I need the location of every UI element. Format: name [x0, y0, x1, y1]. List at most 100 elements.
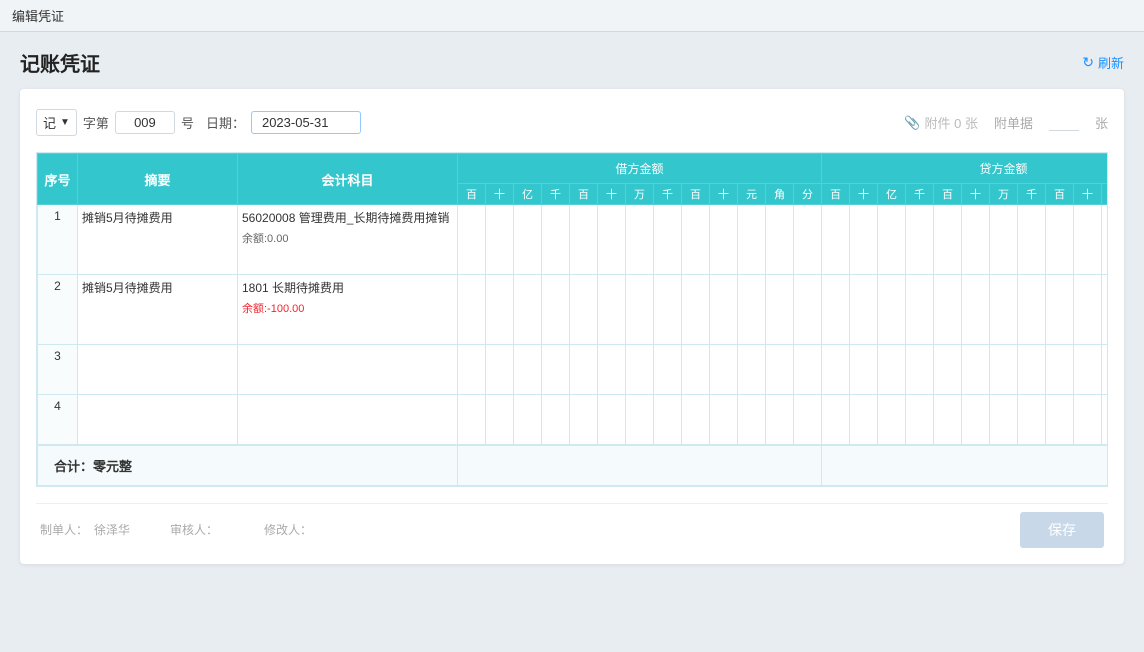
row-3-debit-10[interactable]: [738, 345, 766, 395]
row-4-debit-7[interactable]: [654, 395, 682, 445]
row-4-credit-8[interactable]: [1046, 395, 1074, 445]
row-1-credit-4[interactable]: [934, 205, 962, 275]
row-1-credit-0[interactable]: [822, 205, 850, 275]
row-1-credit-9[interactable]: [1074, 205, 1102, 275]
row-2-debit-0[interactable]: [458, 275, 486, 345]
row-4-credit-3[interactable]: [906, 395, 934, 445]
row-1-summary[interactable]: 摊销5月待摊费用: [78, 205, 238, 275]
attachment-link[interactable]: 📎 附件 0 张: [904, 113, 978, 132]
row-1-debit-10[interactable]: [738, 205, 766, 275]
row-4-account[interactable]: [238, 395, 458, 445]
row-1-debit-8[interactable]: [682, 205, 710, 275]
row-2-credit-1[interactable]: [850, 275, 878, 345]
row-3-debit-5[interactable]: [598, 345, 626, 395]
row-3-debit-7[interactable]: [654, 345, 682, 395]
row-4-credit-7[interactable]: [1018, 395, 1046, 445]
row-1-debit-6[interactable]: [626, 205, 654, 275]
row-2-credit-3[interactable]: [906, 275, 934, 345]
row-2-credit-10[interactable]: [1102, 275, 1109, 345]
row-4-credit-4[interactable]: [934, 395, 962, 445]
row-2-credit-9[interactable]: [1074, 275, 1102, 345]
row-4-debit-6[interactable]: [626, 395, 654, 445]
row-3-debit-2[interactable]: [514, 345, 542, 395]
row-4-credit-1[interactable]: [850, 395, 878, 445]
row-4-debit-0[interactable]: [458, 395, 486, 445]
row-3-debit-11[interactable]: [766, 345, 794, 395]
row-1-credit-6[interactable]: [990, 205, 1018, 275]
row-2-debit-1[interactable]: [486, 275, 514, 345]
row-1-debit-5[interactable]: [598, 205, 626, 275]
row-2-credit-8[interactable]: [1046, 275, 1074, 345]
row-2-credit-0[interactable]: [822, 275, 850, 345]
row-4-debit-12[interactable]: [794, 395, 822, 445]
row-2-credit-5[interactable]: [962, 275, 990, 345]
row-4-credit-10[interactable]: [1102, 395, 1109, 445]
row-2-debit-10[interactable]: [738, 275, 766, 345]
row-4-debit-4[interactable]: [570, 395, 598, 445]
row-3-credit-3[interactable]: [906, 345, 934, 395]
date-input[interactable]: [251, 111, 361, 134]
row-1-debit-11[interactable]: [766, 205, 794, 275]
row-4-summary[interactable]: [78, 395, 238, 445]
row-3-debit-12[interactable]: [794, 345, 822, 395]
row-2-debit-3[interactable]: [542, 275, 570, 345]
row-3-debit-4[interactable]: [570, 345, 598, 395]
zi-input[interactable]: [115, 111, 175, 134]
row-4-debit-9[interactable]: [710, 395, 738, 445]
row-3-credit-8[interactable]: [1046, 345, 1074, 395]
row-4-debit-8[interactable]: [682, 395, 710, 445]
row-2-debit-5[interactable]: [598, 275, 626, 345]
row-1-credit-8[interactable]: [1046, 205, 1074, 275]
row-4-credit-6[interactable]: [990, 395, 1018, 445]
row-1-credit-3[interactable]: [906, 205, 934, 275]
row-1-credit-2[interactable]: [878, 205, 906, 275]
row-1-debit-12[interactable]: [794, 205, 822, 275]
row-4-debit-3[interactable]: [542, 395, 570, 445]
row-1-credit-10[interactable]: [1102, 205, 1109, 275]
row-3-debit-9[interactable]: [710, 345, 738, 395]
row-1-credit-1[interactable]: [850, 205, 878, 275]
row-3-credit-0[interactable]: [822, 345, 850, 395]
row-2-credit-6[interactable]: [990, 275, 1018, 345]
row-1-debit-7[interactable]: [654, 205, 682, 275]
row-3-credit-9[interactable]: [1074, 345, 1102, 395]
ji-select[interactable]: 记 ▼: [36, 109, 77, 136]
row-2-credit-7[interactable]: [1018, 275, 1046, 345]
save-button[interactable]: 保存: [1020, 512, 1104, 548]
row-1-debit-2[interactable]: [514, 205, 542, 275]
row-3-debit-3[interactable]: [542, 345, 570, 395]
row-3-debit-0[interactable]: [458, 345, 486, 395]
row-1-debit-4[interactable]: [570, 205, 598, 275]
row-1-credit-5[interactable]: [962, 205, 990, 275]
row-2-debit-2[interactable]: [514, 275, 542, 345]
row-1-credit-7[interactable]: [1018, 205, 1046, 275]
row-4-debit-1[interactable]: [486, 395, 514, 445]
row-4-credit-2[interactable]: [878, 395, 906, 445]
row-2-debit-9[interactable]: [710, 275, 738, 345]
row-3-debit-8[interactable]: [682, 345, 710, 395]
row-3-credit-6[interactable]: [990, 345, 1018, 395]
row-4-credit-9[interactable]: [1074, 395, 1102, 445]
row-2-summary[interactable]: 摊销5月待摊费用: [78, 275, 238, 345]
row-3-credit-2[interactable]: [878, 345, 906, 395]
row-3-account[interactable]: [238, 345, 458, 395]
refresh-button[interactable]: ↻ 刷新: [1082, 53, 1124, 72]
row-1-debit-9[interactable]: [710, 205, 738, 275]
row-2-account[interactable]: 1801 长期待摊费用余额:-100.00: [238, 275, 458, 345]
row-4-debit-5[interactable]: [598, 395, 626, 445]
row-1-account[interactable]: 56020008 管理费用_长期待摊费用摊销余额:0.00: [238, 205, 458, 275]
row-3-credit-4[interactable]: [934, 345, 962, 395]
row-2-debit-7[interactable]: [654, 275, 682, 345]
row-2-debit-8[interactable]: [682, 275, 710, 345]
row-4-credit-5[interactable]: [962, 395, 990, 445]
row-4-debit-11[interactable]: [766, 395, 794, 445]
row-3-debit-1[interactable]: [486, 345, 514, 395]
row-2-debit-4[interactable]: [570, 275, 598, 345]
row-2-debit-12[interactable]: [794, 275, 822, 345]
row-1-debit-1[interactable]: [486, 205, 514, 275]
row-2-debit-6[interactable]: [626, 275, 654, 345]
row-3-credit-5[interactable]: [962, 345, 990, 395]
zhang-input[interactable]: [1049, 115, 1079, 131]
row-2-credit-4[interactable]: [934, 275, 962, 345]
row-3-summary[interactable]: [78, 345, 238, 395]
